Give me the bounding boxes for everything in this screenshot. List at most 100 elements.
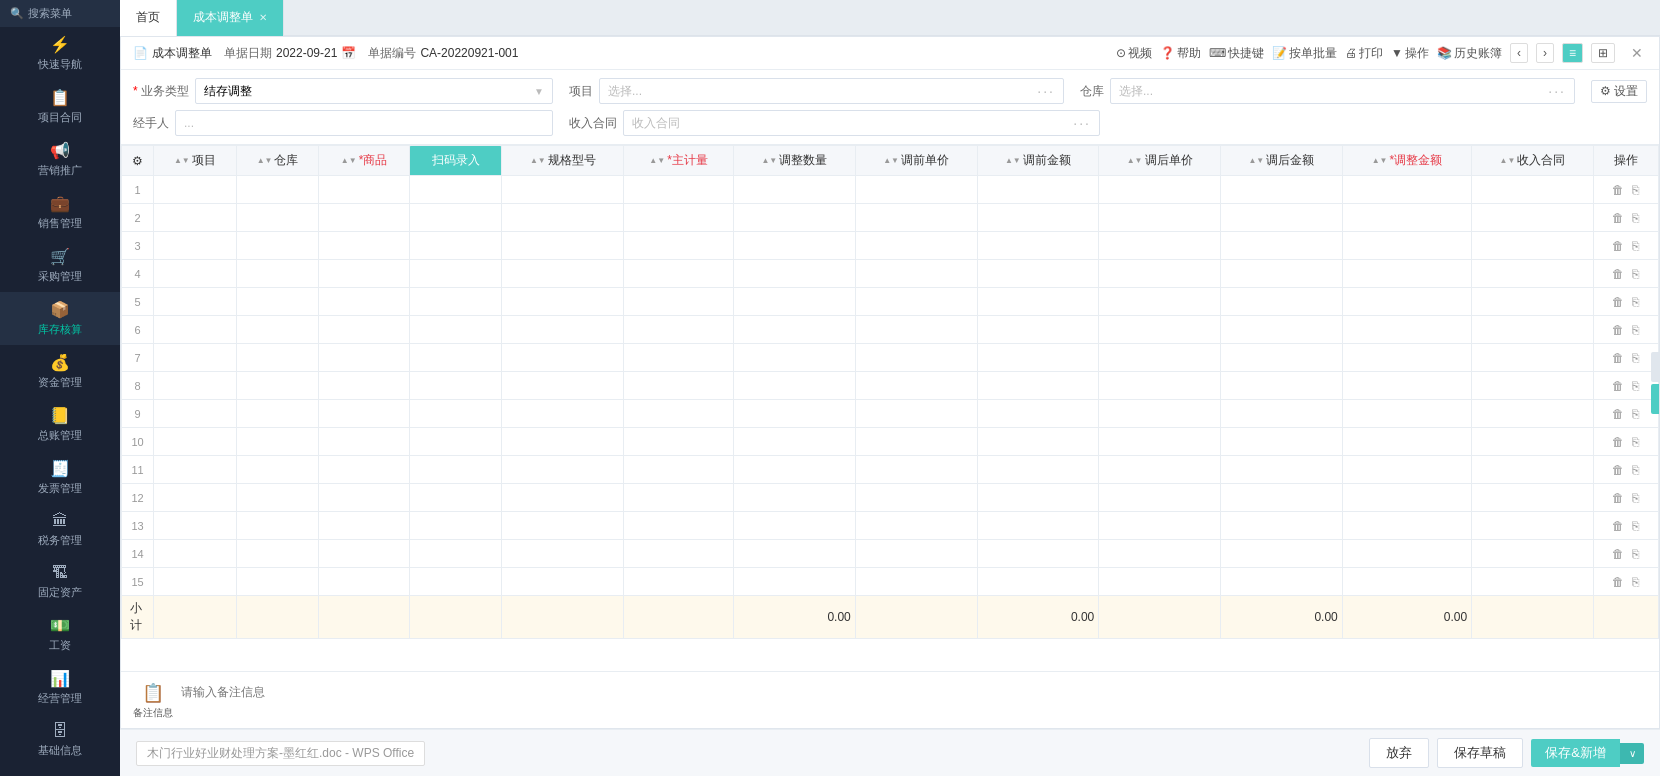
income-contract-input[interactable]: 收入合同 ···	[623, 110, 1100, 136]
project-cell[interactable]	[154, 428, 237, 456]
spec-type-cell[interactable]	[502, 176, 624, 204]
main-unit-cell[interactable]	[624, 540, 734, 568]
warehouse-cell[interactable]	[236, 484, 319, 512]
main-unit-cell[interactable]	[624, 232, 734, 260]
col-project[interactable]: ▲▼项目	[154, 146, 237, 176]
after-amount-cell[interactable]	[1221, 484, 1343, 512]
after-unit-price-cell[interactable]	[1099, 204, 1221, 232]
goods-cell[interactable]	[319, 484, 409, 512]
after-amount-cell[interactable]	[1221, 372, 1343, 400]
project-cell[interactable]	[154, 344, 237, 372]
after-unit-price-cell[interactable]	[1099, 232, 1221, 260]
copy-row-button[interactable]: ⎘	[1630, 266, 1641, 282]
delete-row-button[interactable]: 🗑	[1610, 490, 1626, 506]
warehouse-cell[interactable]	[236, 232, 319, 260]
scan-input-cell[interactable]	[409, 512, 502, 540]
col-main-unit[interactable]: ▲▼*主计量	[624, 146, 734, 176]
prev-amount-cell[interactable]	[977, 344, 1099, 372]
prev-unit-price-cell[interactable]	[855, 484, 977, 512]
scan-input-cell[interactable]	[409, 540, 502, 568]
delete-row-button[interactable]: 🗑	[1610, 182, 1626, 198]
sidebar-item-fixed-assets[interactable]: 🏗 固定资产	[0, 556, 120, 608]
copy-row-button[interactable]: ⎘	[1630, 518, 1641, 534]
income-contract-cell[interactable]	[1472, 372, 1594, 400]
after-amount-cell[interactable]	[1221, 428, 1343, 456]
adjust-qty-cell[interactable]	[734, 540, 856, 568]
after-amount-cell[interactable]	[1221, 400, 1343, 428]
goods-cell[interactable]	[319, 176, 409, 204]
spec-type-cell[interactable]	[502, 512, 624, 540]
col-income-contract[interactable]: ▲▼收入合同	[1472, 146, 1594, 176]
warehouse-cell[interactable]	[236, 400, 319, 428]
spec-type-cell[interactable]	[502, 484, 624, 512]
scan-input-cell[interactable]	[409, 456, 502, 484]
goods-cell[interactable]	[319, 204, 409, 232]
copy-row-button[interactable]: ⎘	[1630, 322, 1641, 338]
adjust-amount-cell[interactable]	[1342, 288, 1471, 316]
adjust-qty-cell[interactable]	[734, 400, 856, 428]
after-unit-price-cell[interactable]	[1099, 316, 1221, 344]
after-unit-price-cell[interactable]	[1099, 512, 1221, 540]
goods-cell[interactable]	[319, 456, 409, 484]
sidebar-item-project-contract[interactable]: 📋 项目合同	[0, 80, 120, 133]
adjust-amount-cell[interactable]	[1342, 372, 1471, 400]
business-type-input[interactable]: 结存调整 ▼	[195, 78, 553, 104]
main-unit-cell[interactable]	[624, 372, 734, 400]
main-unit-cell[interactable]	[624, 344, 734, 372]
col-scan-input[interactable]: 扫码录入	[409, 146, 502, 176]
save-draft-button[interactable]: 保存草稿	[1437, 738, 1523, 768]
delete-row-button[interactable]: 🗑	[1610, 294, 1626, 310]
income-contract-cell[interactable]	[1472, 316, 1594, 344]
prev-unit-price-cell[interactable]	[855, 204, 977, 232]
income-contract-cell[interactable]	[1472, 512, 1594, 540]
scan-input-cell[interactable]	[409, 428, 502, 456]
project-cell[interactable]	[154, 568, 237, 596]
sidebar-item-sales-promo[interactable]: 📢 营销推广	[0, 133, 120, 186]
main-unit-cell[interactable]	[624, 288, 734, 316]
prev-amount-cell[interactable]	[977, 232, 1099, 260]
sidebar-item-invoice-mgmt[interactable]: 🧾 发票管理	[0, 451, 120, 504]
prev-unit-price-cell[interactable]	[855, 344, 977, 372]
col-spec-type[interactable]: ▲▼规格型号	[502, 146, 624, 176]
prev-amount-cell[interactable]	[977, 372, 1099, 400]
prev-amount-cell[interactable]	[977, 568, 1099, 596]
action-batch-edit[interactable]: 📝 按单批量	[1272, 45, 1337, 62]
prev-amount-cell[interactable]	[977, 260, 1099, 288]
adjust-qty-cell[interactable]	[734, 232, 856, 260]
copy-row-button[interactable]: ⎘	[1630, 294, 1641, 310]
action-help[interactable]: ❓ 帮助	[1160, 45, 1201, 62]
adjust-amount-cell[interactable]	[1342, 316, 1471, 344]
income-contract-cell[interactable]	[1472, 344, 1594, 372]
project-cell[interactable]	[154, 232, 237, 260]
scan-input-cell[interactable]	[409, 260, 502, 288]
action-shortcut[interactable]: ⌨ 快捷键	[1209, 45, 1264, 62]
discard-button[interactable]: 放弃	[1369, 738, 1429, 768]
prev-amount-cell[interactable]	[977, 540, 1099, 568]
adjust-amount-cell[interactable]	[1342, 484, 1471, 512]
col-prev-amount[interactable]: ▲▼调前金额	[977, 146, 1099, 176]
sidebar-item-ops-mgmt[interactable]: 📊 经营管理	[0, 661, 120, 714]
adjust-qty-cell[interactable]	[734, 316, 856, 344]
income-contract-cell[interactable]	[1472, 456, 1594, 484]
adjust-qty-cell[interactable]	[734, 344, 856, 372]
after-amount-cell[interactable]	[1221, 232, 1343, 260]
project-cell[interactable]	[154, 176, 237, 204]
prev-unit-price-cell[interactable]	[855, 400, 977, 428]
adjust-amount-cell[interactable]	[1342, 428, 1471, 456]
goods-cell[interactable]	[319, 260, 409, 288]
spec-type-cell[interactable]	[502, 232, 624, 260]
scan-input-cell[interactable]	[409, 204, 502, 232]
copy-row-button[interactable]: ⎘	[1630, 406, 1641, 422]
adjust-qty-cell[interactable]	[734, 288, 856, 316]
delete-row-button[interactable]: 🗑	[1610, 574, 1626, 590]
adjust-qty-cell[interactable]	[734, 372, 856, 400]
project-cell[interactable]	[154, 260, 237, 288]
main-unit-cell[interactable]	[624, 568, 734, 596]
delete-row-button[interactable]: 🗑	[1610, 238, 1626, 254]
scan-input-cell[interactable]	[409, 288, 502, 316]
adjust-amount-cell[interactable]	[1342, 512, 1471, 540]
warehouse-cell[interactable]	[236, 176, 319, 204]
goods-cell[interactable]	[319, 372, 409, 400]
delete-row-button[interactable]: 🗑	[1610, 322, 1626, 338]
adjust-qty-cell[interactable]	[734, 260, 856, 288]
